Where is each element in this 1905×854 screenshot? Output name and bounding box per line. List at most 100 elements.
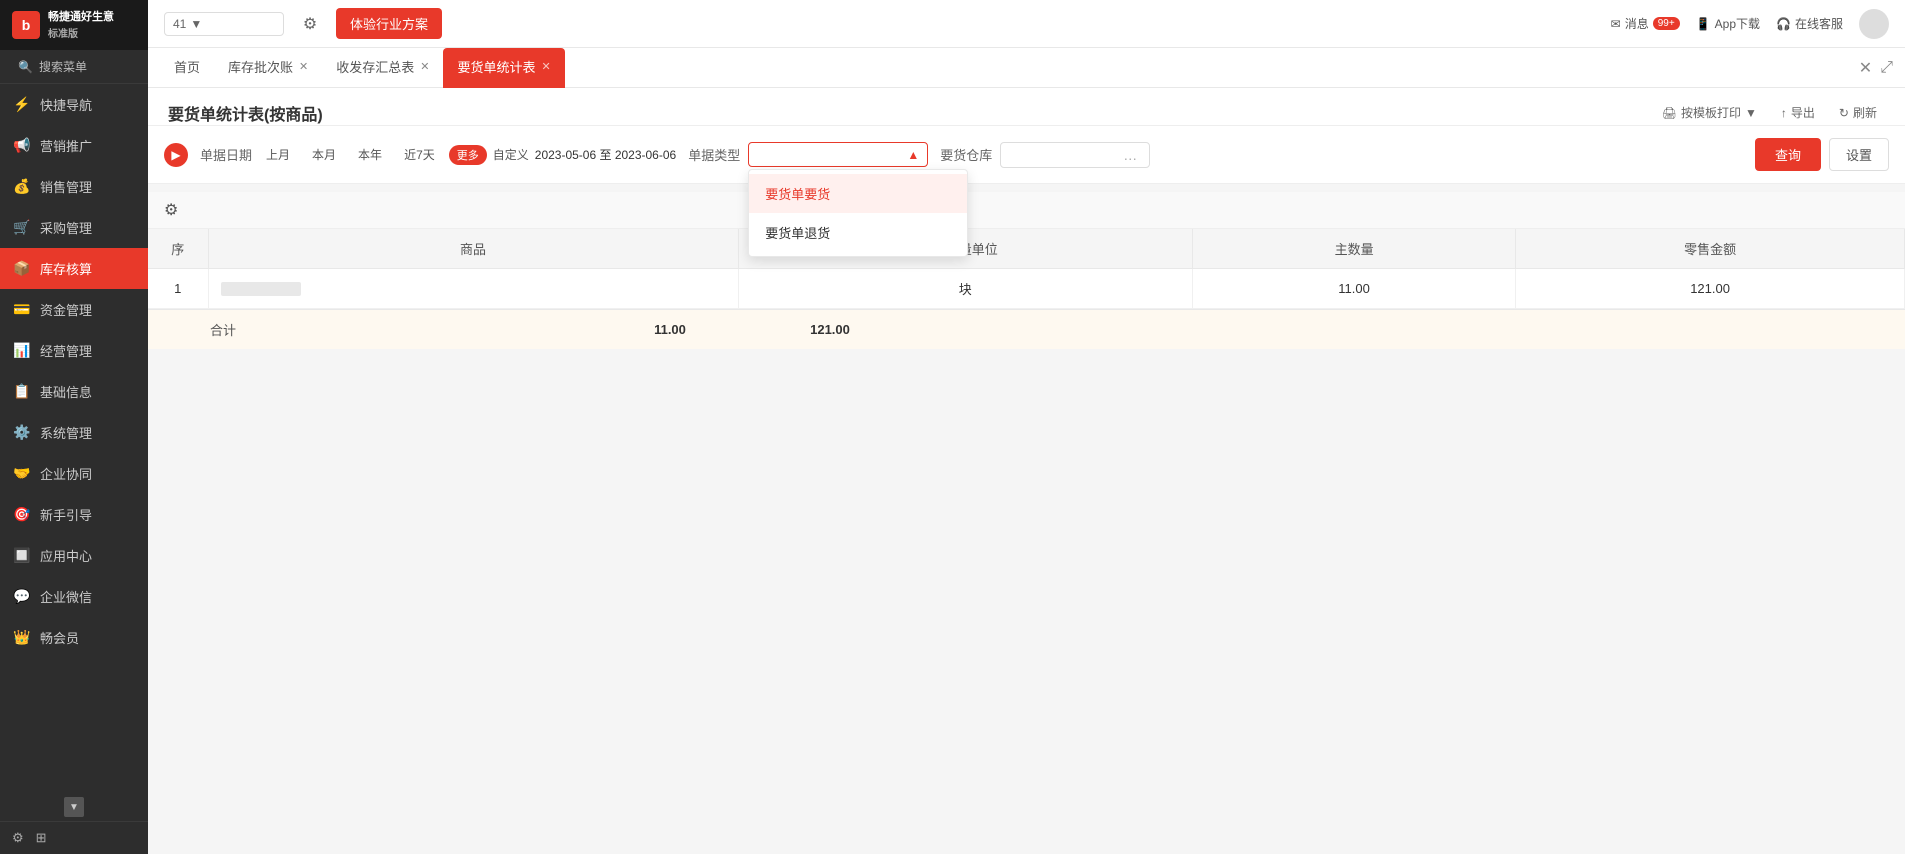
tab-receipt-summary-close[interactable]: ✕ xyxy=(420,60,429,73)
settings-bottom-icon[interactable]: ⚙ xyxy=(12,830,24,846)
settings-gear-button[interactable]: ⚙ xyxy=(296,10,324,38)
scroll-down-indicator[interactable]: ▼ xyxy=(0,793,148,821)
tab-order-stats[interactable]: 要货单统计表 ✕ xyxy=(443,48,564,88)
refresh-icon: ↻ xyxy=(1839,106,1849,120)
cell-product xyxy=(208,269,738,309)
sidebar-item-purchase[interactable]: 🛒 采购管理 xyxy=(0,207,148,248)
sidebar-item-cooperation[interactable]: 🤝 企业协同 xyxy=(0,453,148,494)
sidebar-item-system[interactable]: ⚙️ 系统管理 xyxy=(0,412,148,453)
warehouse-filter-group: 要货仓库 … xyxy=(940,142,1150,168)
maximize-tab-button[interactable]: ⤢ xyxy=(1880,59,1893,77)
last-7-days-button[interactable]: 近7天 xyxy=(396,143,443,166)
print-icon: 🖨 xyxy=(1662,106,1677,120)
warehouse-value xyxy=(1009,147,1013,162)
tab-receipt-summary[interactable]: 收发存汇总表 ✕ xyxy=(322,48,443,88)
sidebar-item-inventory[interactable]: 📦 库存核算 xyxy=(0,248,148,289)
sales-icon: 💰 xyxy=(12,178,32,195)
col-seq: 序 xyxy=(148,229,208,269)
tab-order-stats-label: 要货单统计表 xyxy=(457,57,535,76)
sidebar-item-label: 企业微信 xyxy=(40,587,92,606)
product-placeholder xyxy=(221,282,301,296)
main-area: 41 ▼ ⚙ 体验行业方案 ✉ 消息 99+ 📱 App下载 🎧 在线客服 xyxy=(148,0,1905,854)
sidebar-item-label: 销售管理 xyxy=(40,177,92,196)
search-label: 搜索菜单 xyxy=(39,58,87,75)
sidebar-item-marketing[interactable]: 📢 营销推广 xyxy=(0,125,148,166)
export-icon: ↑ xyxy=(1781,106,1787,120)
type-dropdown-menu: 要货单要货 要货单退货 xyxy=(748,169,968,257)
online-service-label: 在线客服 xyxy=(1795,15,1843,32)
tab-batch-account-close[interactable]: ✕ xyxy=(299,60,308,73)
sidebar-item-label: 系统管理 xyxy=(40,423,92,442)
sidebar-item-operation[interactable]: 📊 经营管理 xyxy=(0,330,148,371)
sidebar-item-member[interactable]: 👑 畅会员 xyxy=(0,617,148,658)
store-selector[interactable]: 41 ▼ xyxy=(164,12,284,36)
page-title-area: 要货单统计表(按商品) xyxy=(168,101,323,125)
type-filter-group: 单据类型 ▲ 要货单要货 要货单退货 xyxy=(688,142,928,167)
marketing-icon: 📢 xyxy=(12,137,32,154)
wechat-icon: 💬 xyxy=(12,588,32,605)
tab-home[interactable]: 首页 xyxy=(160,48,214,88)
print-template-button[interactable]: 🖨 按模板打印 ▼ xyxy=(1654,100,1765,125)
system-icon: ⚙️ xyxy=(12,424,32,441)
sidebar-item-finance[interactable]: 💳 资金管理 xyxy=(0,289,148,330)
user-avatar[interactable] xyxy=(1859,9,1889,39)
topbar: 41 ▼ ⚙ 体验行业方案 ✉ 消息 99+ 📱 App下载 🎧 在线客服 xyxy=(148,0,1905,48)
dropdown-item-order-goods[interactable]: 要货单要货 xyxy=(749,174,967,213)
this-year-button[interactable]: 本年 xyxy=(350,143,390,166)
industry-button[interactable]: 体验行业方案 xyxy=(336,8,442,39)
filter-settings-button[interactable]: 设置 xyxy=(1829,138,1889,171)
this-month-button[interactable]: 本月 xyxy=(304,143,344,166)
tabs-bar: 首页 库存批次账 ✕ 收发存汇总表 ✕ 要货单统计表 ✕ ✕ ⤢ xyxy=(148,48,1905,88)
refresh-button[interactable]: ↻ 刷新 xyxy=(1831,100,1885,125)
sidebar-item-wechat[interactable]: 💬 企业微信 xyxy=(0,576,148,617)
tab-order-stats-close[interactable]: ✕ xyxy=(542,60,551,73)
sidebar-item-app-center[interactable]: 🔲 应用中心 xyxy=(0,535,148,576)
cell-qty: 11.00 xyxy=(1193,269,1516,309)
purchase-icon: 🛒 xyxy=(12,219,32,236)
headset-icon: 🎧 xyxy=(1776,17,1791,31)
message-button[interactable]: ✉ 消息 99+ xyxy=(1611,15,1680,32)
tab-batch-account[interactable]: 库存批次账 ✕ xyxy=(214,48,322,88)
more-dates-button[interactable]: 更多 xyxy=(449,145,487,165)
sidebar-item-label: 基础信息 xyxy=(40,382,92,401)
chevron-down-icon: ▼ xyxy=(1745,106,1757,120)
sidebar-item-guide[interactable]: 🎯 新手引导 xyxy=(0,494,148,535)
export-button[interactable]: ↑ 导出 xyxy=(1773,100,1823,125)
warehouse-filter-label: 要货仓库 xyxy=(940,145,992,164)
app-download-button[interactable]: 📱 App下载 xyxy=(1696,15,1760,32)
dropdown-item-order-return[interactable]: 要货单退货 xyxy=(749,213,967,252)
warehouse-filter-input[interactable]: … xyxy=(1000,142,1150,168)
sidebar-item-label: 应用中心 xyxy=(40,546,92,565)
footer-amount: 121.00 xyxy=(780,322,880,337)
sidebar-item-label: 新手引导 xyxy=(40,505,92,524)
sidebar-item-sales[interactable]: 💰 销售管理 xyxy=(0,166,148,207)
data-table: 序 商品 主计量单位 主数量 零售金额 1 块 11.00 xyxy=(148,229,1905,309)
col-product: 商品 xyxy=(208,229,738,269)
message-label: 消息 xyxy=(1625,15,1649,32)
custom-date-button[interactable]: 自定义 xyxy=(493,146,529,163)
table-settings-icon[interactable]: ⚙ xyxy=(164,200,178,220)
three-dots-icon[interactable]: … xyxy=(1119,147,1141,163)
logo-sub: 标准版 xyxy=(48,25,114,40)
dropdown-item-label: 要货单退货 xyxy=(765,226,830,241)
date-range-display: 2023-05-06 至 2023-06-06 xyxy=(535,146,676,163)
mobile-icon: 📱 xyxy=(1696,17,1711,31)
footer-qty: 11.00 xyxy=(620,322,720,337)
menu-toggle-icon[interactable]: ⊞ xyxy=(36,830,47,846)
online-service-button[interactable]: 🎧 在线客服 xyxy=(1776,15,1843,32)
search-menu-button[interactable]: 🔍 搜索菜单 xyxy=(0,50,148,84)
sidebar-item-quick-nav[interactable]: ⚡ 快捷导航 xyxy=(0,84,148,125)
filter-expand-button[interactable]: ▶ xyxy=(164,143,188,167)
quick-nav-icon: ⚡ xyxy=(12,96,32,113)
page-actions: 🖨 按模板打印 ▼ ↑ 导出 ↻ 刷新 xyxy=(1654,100,1885,125)
close-tab-button[interactable]: ✕ xyxy=(1859,58,1872,78)
refresh-label: 刷新 xyxy=(1853,104,1877,121)
inventory-icon: 📦 xyxy=(12,260,32,277)
cell-unit: 块 xyxy=(738,269,1192,309)
filter-right-buttons: 查询 设置 xyxy=(1755,138,1889,171)
type-filter-input[interactable]: ▲ xyxy=(748,142,928,167)
query-button[interactable]: 查询 xyxy=(1755,138,1821,171)
dropdown-item-label: 要货单要货 xyxy=(765,187,830,202)
sidebar-item-basics[interactable]: 📋 基础信息 xyxy=(0,371,148,412)
prev-month-button[interactable]: 上月 xyxy=(258,143,298,166)
